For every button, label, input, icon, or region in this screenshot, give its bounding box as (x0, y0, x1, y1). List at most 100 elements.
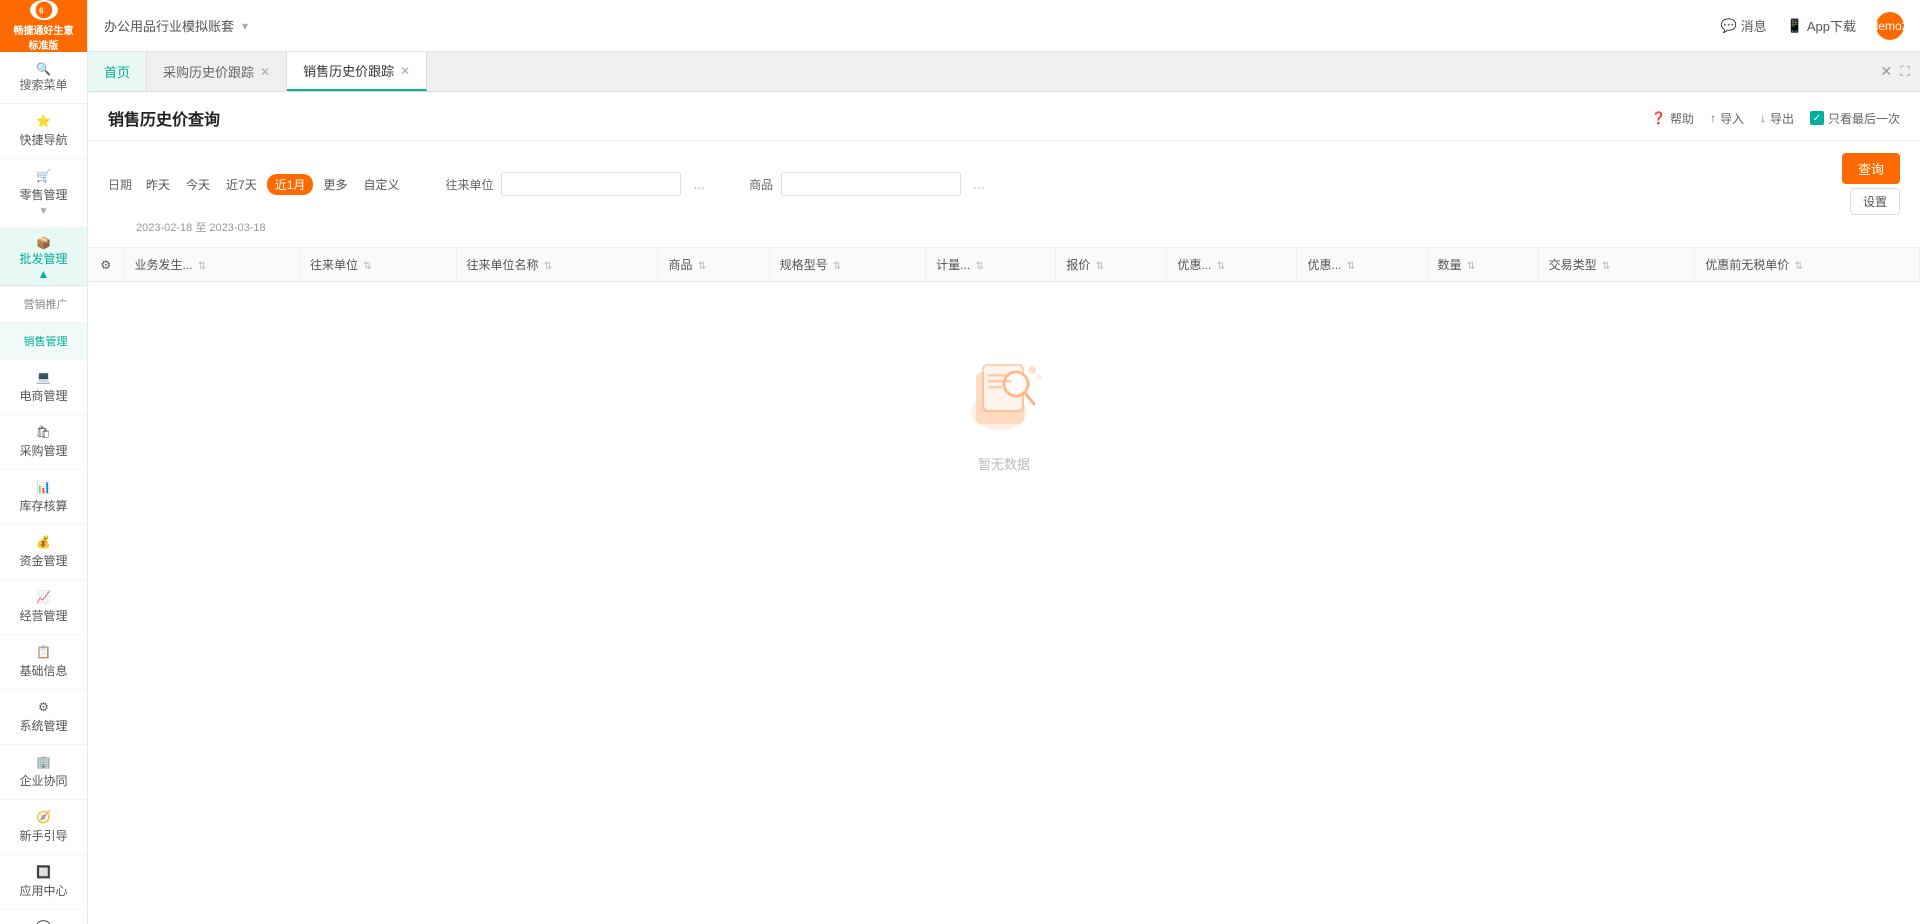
sidebar-system-label: 系统管理 (19, 717, 67, 734)
date-filter-group: 日期 昨天 今天 近7天 近1月 更多 自定义 (108, 174, 405, 195)
sidebar-item-marketing[interactable]: 营销推广 (0, 286, 87, 323)
th-spec-label: 规格型号 (780, 258, 828, 272)
th-discount1[interactable]: 优惠... ⇅ (1167, 248, 1297, 282)
app-center-icon: 🔲 (36, 865, 51, 879)
import-btn[interactable]: ↑ 导入 (1710, 110, 1744, 127)
sort-icon-spec: ⇅ (833, 261, 841, 272)
th-goods[interactable]: 商品 ⇅ (658, 248, 769, 282)
date-btn-today[interactable]: 今天 (180, 174, 216, 195)
th-quantity-label: 数量 (1438, 258, 1462, 272)
th-unit[interactable]: 计量... ⇅ (926, 248, 1056, 282)
tab-sales-history[interactable]: 销售历史价跟踪 ✕ (287, 52, 427, 91)
help-label: 帮助 (1670, 110, 1694, 127)
th-pre-tax-price[interactable]: 优惠前无税单价 ⇅ (1695, 248, 1920, 282)
sort-icon-unit: ⇅ (976, 261, 984, 272)
date-btn-yesterday[interactable]: 昨天 (140, 174, 176, 195)
th-trade-type[interactable]: 交易类型 ⇅ (1538, 248, 1695, 282)
workspace-dropdown[interactable]: ▾ (242, 19, 248, 33)
tab-sales-close[interactable]: ✕ (400, 65, 410, 77)
th-settings[interactable]: ⚙ (88, 248, 124, 282)
tab-purchase-close[interactable]: ✕ (260, 66, 270, 78)
sidebar-item-guide[interactable]: 🧭 新手引导 (0, 800, 87, 855)
th-quote[interactable]: 报价 ⇅ (1056, 248, 1167, 282)
query-button[interactable]: 查询 (1842, 153, 1900, 184)
export-btn[interactable]: ↓ 导出 (1760, 110, 1794, 127)
download-label: App下载 (1807, 16, 1856, 35)
import-label: 导入 (1720, 110, 1744, 127)
th-partner-name[interactable]: 往来单位名称 ⇅ (456, 248, 658, 282)
only-last-label: 只看最后一次 (1828, 110, 1900, 127)
app-subtitle: 标准版 (29, 37, 59, 52)
sort-icon-discount1: ⇅ (1217, 261, 1225, 272)
th-partner-code[interactable]: 往来单位 ⇅ (299, 248, 456, 282)
sidebar-app-center-label: 应用中心 (19, 882, 67, 899)
sidebar-item-search[interactable]: 🔍 搜索菜单 (0, 52, 87, 104)
sidebar-item-enterprise[interactable]: 🏢 企业协同 (0, 745, 87, 800)
goods-dots-btn[interactable]: ... (969, 176, 989, 192)
sidebar-item-operations[interactable]: 📈 经营管理 (0, 580, 87, 635)
page-header-actions: ❓ 帮助 ↑ 导入 ↓ 导出 ✓ 只看最后一次 (1651, 110, 1900, 127)
content-area: 销售历史价查询 ❓ 帮助 ↑ 导入 ↓ 导出 ✓ (88, 92, 1920, 924)
message-icon: 💬 (1720, 18, 1736, 34)
sidebar-enterprise-label: 企业协同 (19, 772, 67, 789)
date-range-text: 2023-02-18 至 2023-03-18 (136, 222, 266, 234)
sidebar-operations-label: 经营管理 (19, 607, 67, 624)
user-menu[interactable]: demo2 (1876, 12, 1904, 40)
import-icon: ↑ (1710, 111, 1716, 125)
th-partner-code-label: 往来单位 (310, 258, 358, 272)
sidebar-item-basic-info[interactable]: 📋 基础信息 (0, 635, 87, 690)
sidebar-retail-label: 零售管理 (19, 186, 67, 203)
date-btn-7days[interactable]: 近7天 (220, 174, 263, 195)
th-quantity[interactable]: 数量 ⇅ (1427, 248, 1538, 282)
sidebar-item-quick-nav[interactable]: ⭐ 快捷导航 (0, 104, 87, 159)
date-label: 日期 (108, 176, 132, 193)
fullscreen-btn[interactable]: ⛶ (1900, 63, 1910, 80)
close-all-btn[interactable]: ✕ (1880, 63, 1892, 80)
th-spec[interactable]: 规格型号 ⇅ (769, 248, 926, 282)
sidebar-item-wechat[interactable]: 💬 企业微信 (0, 910, 87, 924)
tab-home[interactable]: 首页 (88, 52, 147, 91)
sort-icon-partner-code: ⇅ (363, 261, 371, 272)
chevron-up-icon: ▲ (38, 267, 50, 281)
only-last-checkbox[interactable]: ✓ 只看最后一次 (1810, 110, 1900, 127)
th-quote-label: 报价 (1066, 258, 1090, 272)
sidebar-item-inventory[interactable]: 📊 库存核算 (0, 470, 87, 525)
download-btn[interactable]: 📱 App下载 (1787, 16, 1856, 35)
sidebar-purchase-label: 采购管理 (19, 442, 67, 459)
operations-icon: 📈 (36, 590, 51, 604)
ecommerce-icon: 💻 (36, 370, 51, 384)
inventory-icon: 📊 (36, 480, 51, 494)
export-icon: ↓ (1760, 111, 1766, 125)
partner-dots-btn[interactable]: ... (689, 176, 709, 192)
sidebar-item-finance[interactable]: 💰 资金管理 (0, 525, 87, 580)
sidebar-marketing-label: 营销推广 (24, 296, 68, 312)
date-btn-custom[interactable]: 自定义 (357, 174, 405, 195)
purchase-icon: 🛍 (36, 425, 51, 439)
sidebar-search-label: 搜索菜单 (0, 76, 87, 93)
message-btn[interactable]: 💬 消息 (1720, 16, 1766, 35)
th-unit-label: 计量... (936, 258, 970, 272)
date-btn-1month[interactable]: 近1月 (267, 174, 314, 195)
goods-input[interactable] (781, 172, 961, 196)
settings-button[interactable]: 设置 (1850, 188, 1900, 215)
main-area: 办公用品行业模拟账套 ▾ 💬 消息 📱 App下载 demo2 首页 采购历 (88, 0, 1920, 924)
date-btn-more[interactable]: 更多 (317, 174, 353, 195)
sidebar-item-sales[interactable]: 销售管理 (0, 323, 87, 360)
tab-purchase-history[interactable]: 采购历史价跟踪 ✕ (147, 52, 287, 91)
goods-filter-group: 商品 ... (749, 172, 989, 196)
th-discount2[interactable]: 优惠... ⇅ (1297, 248, 1427, 282)
sidebar-item-purchase[interactable]: 🛍 采购管理 (0, 415, 87, 470)
partner-input[interactable] (501, 172, 681, 196)
help-btn[interactable]: ❓ 帮助 (1651, 110, 1694, 127)
th-biz-date[interactable]: 业务发生... ⇅ (124, 248, 299, 282)
search-icon: 🔍 (0, 62, 87, 76)
sidebar-item-ecommerce[interactable]: 💻 电商管理 (0, 360, 87, 415)
tab-sales-label: 销售历史价跟踪 (303, 61, 394, 80)
sidebar-item-system[interactable]: ⚙ 系统管理 (0, 690, 87, 745)
svg-text:6: 6 (39, 5, 44, 15)
sidebar-item-app-center[interactable]: 🔲 应用中心 (0, 855, 87, 910)
sidebar-finance-label: 资金管理 (19, 552, 67, 569)
sidebar-item-wholesale[interactable]: 📦 批发管理 ▲ (0, 228, 87, 286)
sidebar-item-retail[interactable]: 🛒 零售管理 ▼ (0, 159, 87, 228)
date-buttons: 昨天 今天 近7天 近1月 更多 自定义 (140, 174, 405, 195)
